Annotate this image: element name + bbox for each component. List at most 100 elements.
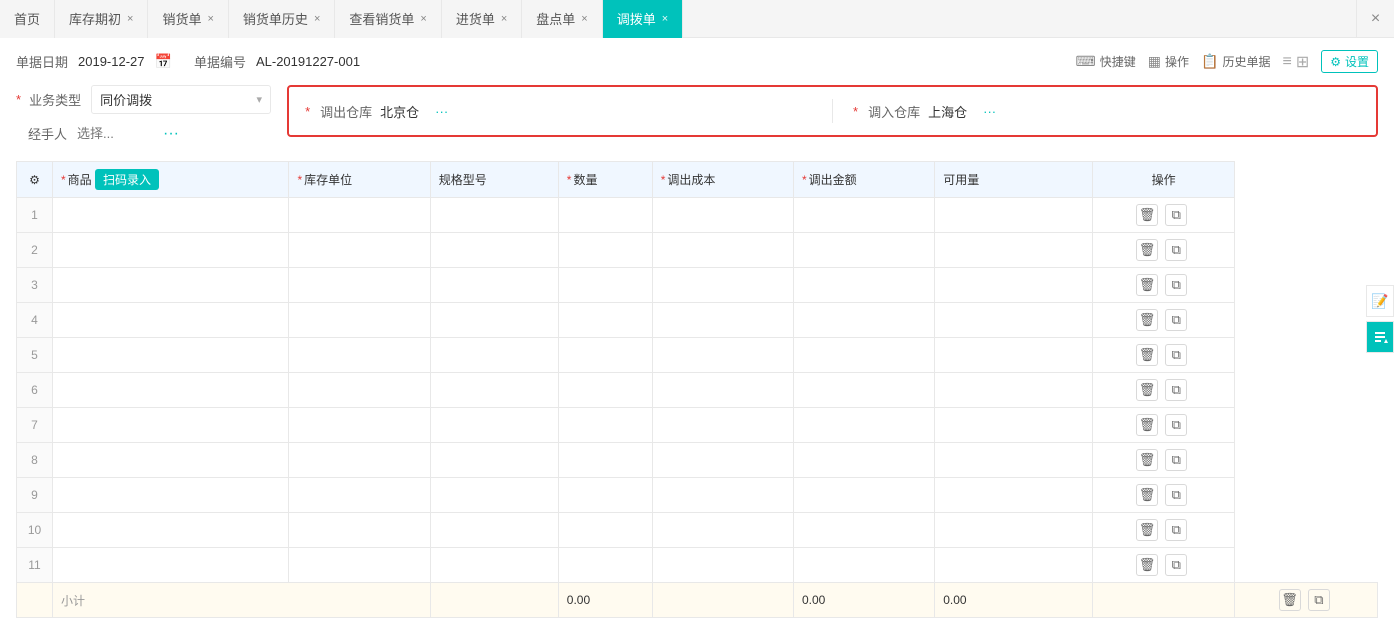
tab-transfer[interactable]: 调拨单 × (603, 0, 683, 38)
delete-row-button[interactable]: 🗑 (1136, 309, 1158, 331)
cell-unit[interactable] (289, 303, 430, 338)
transfer-out-more[interactable]: ··· (435, 104, 448, 119)
delete-row-button[interactable]: 🗑 (1136, 414, 1158, 436)
cell-unit[interactable] (289, 373, 430, 408)
delete-row-button[interactable]: 🗑 (1136, 204, 1158, 226)
cell-qty[interactable] (558, 443, 652, 478)
cell-amount[interactable] (793, 338, 934, 373)
copy-row-button[interactable]: ⧉ (1165, 414, 1187, 436)
cell-amount[interactable] (793, 268, 934, 303)
cell-amount[interactable] (793, 548, 934, 583)
cell-cost[interactable] (652, 233, 793, 268)
cell-qty[interactable] (558, 548, 652, 583)
shortcut-button[interactable]: ⌨ 快捷键 (1076, 53, 1136, 70)
cell-product[interactable] (53, 198, 289, 233)
cell-spec[interactable] (430, 408, 558, 443)
cell-cost[interactable] (652, 548, 793, 583)
calendar-icon[interactable]: 📅 (155, 53, 172, 70)
cell-product[interactable] (53, 268, 289, 303)
delete-subtotal-button[interactable]: 🗑 (1279, 589, 1301, 611)
cell-qty[interactable] (558, 198, 652, 233)
cell-qty[interactable] (558, 233, 652, 268)
copy-row-button[interactable]: ⧉ (1165, 239, 1187, 261)
cell-qty[interactable] (558, 478, 652, 513)
cell-spec[interactable] (430, 548, 558, 583)
close-icon[interactable]: × (314, 13, 320, 25)
close-icon[interactable]: × (127, 13, 133, 25)
cell-amount[interactable] (793, 373, 934, 408)
cell-spec[interactable] (430, 373, 558, 408)
biz-type-select[interactable]: 同价调拨 ▾ (91, 85, 271, 114)
cell-amount[interactable] (793, 513, 934, 548)
transfer-in-more[interactable]: ··· (983, 104, 996, 119)
history-button[interactable]: 📋 历史单据 (1201, 53, 1270, 70)
cell-qty[interactable] (558, 338, 652, 373)
cell-available[interactable] (935, 443, 1093, 478)
copy-subtotal-button[interactable]: ⧉ (1308, 589, 1330, 611)
cell-unit[interactable] (289, 338, 430, 373)
cell-available[interactable] (935, 338, 1093, 373)
tab-stocktake[interactable]: 盘点单 × (522, 0, 602, 38)
close-icon[interactable]: × (581, 13, 587, 25)
delete-row-button[interactable]: 🗑 (1136, 554, 1158, 576)
cell-cost[interactable] (652, 303, 793, 338)
close-icon[interactable]: × (207, 13, 213, 25)
tab-sales-history[interactable]: 销货单历史 × (229, 0, 335, 38)
copy-row-button[interactable]: ⧉ (1165, 519, 1187, 541)
cell-amount[interactable] (793, 443, 934, 478)
cell-available[interactable] (935, 408, 1093, 443)
person-more-icon[interactable]: ··· (163, 125, 179, 143)
gear-icon[interactable]: ⚙ (29, 173, 40, 187)
cell-spec[interactable] (430, 338, 558, 373)
cell-amount[interactable] (793, 478, 934, 513)
copy-row-button[interactable]: ⧉ (1165, 449, 1187, 471)
cell-available[interactable] (935, 513, 1093, 548)
cell-product[interactable] (53, 233, 289, 268)
cell-cost[interactable] (652, 478, 793, 513)
cell-amount[interactable] (793, 233, 934, 268)
tab-sales-order[interactable]: 销货单 × (148, 0, 228, 38)
cell-available[interactable] (935, 233, 1093, 268)
cell-available[interactable] (935, 478, 1093, 513)
cell-qty[interactable] (558, 513, 652, 548)
cell-available[interactable] (935, 198, 1093, 233)
cell-spec[interactable] (430, 198, 558, 233)
scan-barcode-button[interactable]: 扫码录入 (95, 169, 159, 190)
cell-qty[interactable] (558, 408, 652, 443)
cell-product[interactable] (53, 338, 289, 373)
cell-amount[interactable] (793, 408, 934, 443)
copy-row-button[interactable]: ⧉ (1165, 344, 1187, 366)
tab-home[interactable]: 首页 (0, 0, 55, 38)
sidebar-notes-button[interactable]: 📝 (1366, 285, 1394, 317)
cell-amount[interactable] (793, 303, 934, 338)
copy-row-button[interactable]: ⧉ (1165, 274, 1187, 296)
cell-unit[interactable] (289, 443, 430, 478)
cell-unit[interactable] (289, 268, 430, 303)
view-toggle-grid[interactable]: ⊞ (1296, 52, 1309, 72)
tab-purchase[interactable]: 进货单 × (442, 0, 522, 38)
window-close-button[interactable]: × (1356, 0, 1394, 38)
cell-cost[interactable] (652, 408, 793, 443)
delete-row-button[interactable]: 🗑 (1136, 449, 1158, 471)
th-gear[interactable]: ⚙ (17, 162, 53, 198)
cell-unit[interactable] (289, 513, 430, 548)
cell-unit[interactable] (289, 548, 430, 583)
delete-row-button[interactable]: 🗑 (1136, 344, 1158, 366)
cell-cost[interactable] (652, 513, 793, 548)
copy-row-button[interactable]: ⧉ (1165, 204, 1187, 226)
cell-available[interactable] (935, 548, 1093, 583)
cell-available[interactable] (935, 303, 1093, 338)
cell-product[interactable] (53, 373, 289, 408)
cell-product[interactable] (53, 478, 289, 513)
cell-unit[interactable] (289, 478, 430, 513)
cell-spec[interactable] (430, 233, 558, 268)
cell-spec[interactable] (430, 268, 558, 303)
cell-qty[interactable] (558, 373, 652, 408)
cell-product[interactable] (53, 408, 289, 443)
cell-spec[interactable] (430, 513, 558, 548)
copy-row-button[interactable]: ⧉ (1165, 379, 1187, 401)
cell-qty[interactable] (558, 303, 652, 338)
cell-product[interactable] (53, 548, 289, 583)
copy-row-button[interactable]: ⧉ (1165, 309, 1187, 331)
cell-product[interactable] (53, 513, 289, 548)
